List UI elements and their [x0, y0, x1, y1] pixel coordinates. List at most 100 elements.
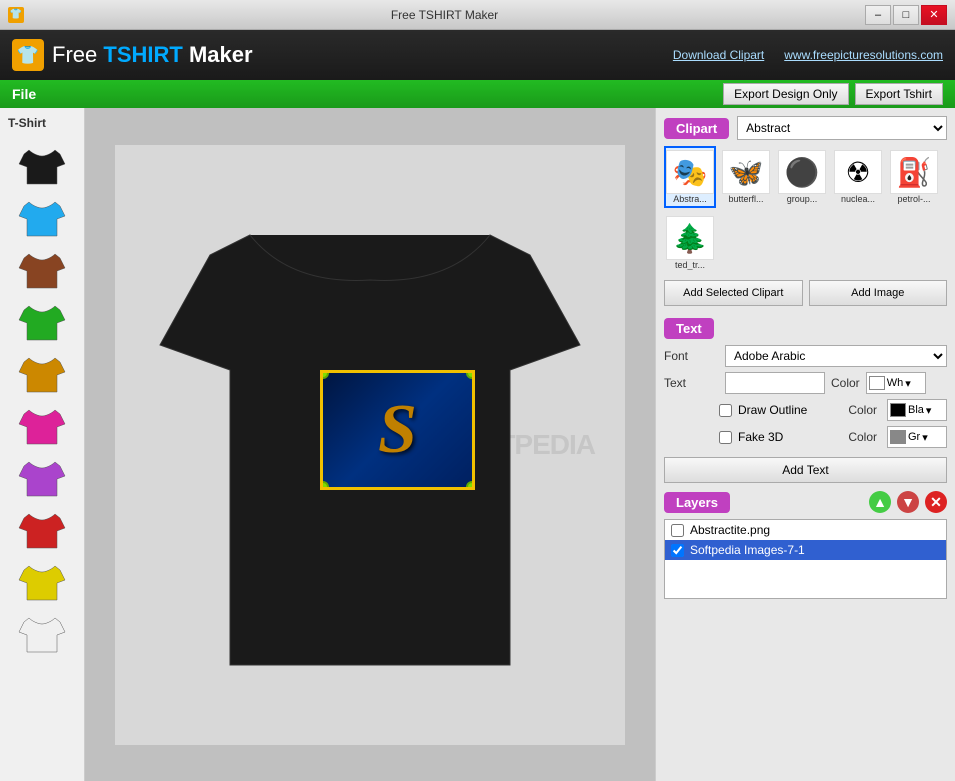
clipart-image: ⚫ [778, 150, 826, 194]
text-color-dropdown[interactable]: Wh ▾ [866, 372, 926, 394]
close-button[interactable]: ✕ [921, 5, 947, 25]
fake3d-color-value: Gr [908, 431, 920, 443]
canvas-area: SOFTPEDIA S [85, 108, 655, 781]
clipart-label: butterfl... [720, 194, 772, 204]
text-input[interactable] [725, 372, 825, 394]
chevron-down-icon2: ▾ [926, 404, 932, 417]
tshirt-color-svg [17, 298, 67, 342]
layers-header: Layers ▲ ▼ ✕ [664, 491, 947, 513]
menu-buttons: Export Design Only Export Tshirt [723, 83, 943, 105]
fake3d-color-dropdown[interactable]: Gr ▾ [887, 426, 947, 448]
text-header: Text [664, 318, 947, 339]
text-section: Text Font Adobe Arabic Arial Times New R… [664, 318, 947, 483]
layer-item[interactable]: Abstractite.png [665, 520, 946, 540]
text-color-value: Wh [887, 377, 904, 389]
tshirt-color-item[interactable] [12, 346, 72, 398]
tshirt-color-svg [17, 402, 67, 446]
tshirt-color-item[interactable] [12, 242, 72, 294]
tshirt-color-item[interactable] [12, 190, 72, 242]
title-bar: 👕 Free TSHIRT Maker – □ ✕ [0, 0, 955, 30]
layer-up-button[interactable]: ▲ [869, 491, 891, 513]
clipart-label: group... [776, 194, 828, 204]
fake3d-label: Fake 3D [738, 430, 783, 444]
download-clipart-link[interactable]: Download Clipart [673, 48, 764, 62]
clipart-header: Clipart Abstract Animals Food Nature Spo… [664, 116, 947, 140]
clipart-item[interactable]: ⚫group... [776, 146, 828, 208]
layers-section: Layers ▲ ▼ ✕ Abstractite.pngSoftpedia Im… [664, 491, 947, 599]
canvas-background: SOFTPEDIA S [115, 145, 625, 745]
tshirt-color-svg [17, 610, 67, 654]
clipart-item[interactable]: 🎭Abstra... [664, 146, 716, 208]
handle-bottom-right[interactable] [466, 481, 475, 490]
app-logo: 👕 Free TSHIRT Maker [12, 39, 253, 71]
handle-top-right[interactable] [466, 370, 475, 379]
website-link[interactable]: www.freepicturesolutions.com [784, 48, 943, 62]
layer-delete-button[interactable]: ✕ [925, 491, 947, 513]
text-input-label: Text [664, 376, 719, 390]
title-icon: 👕 [8, 7, 24, 23]
clipart-image: 🦋 [722, 150, 770, 194]
clipart-title-badge: Clipart [664, 118, 729, 139]
clipart-item[interactable]: 🦋butterfl... [720, 146, 772, 208]
title-maker: Maker [189, 42, 253, 67]
tshirt-canvas: S [150, 175, 590, 715]
tshirt-sidebar: T-Shirt [0, 108, 85, 781]
add-text-button[interactable]: Add Text [664, 457, 947, 483]
text-row: Text Color Wh ▾ [664, 372, 947, 394]
tshirt-color-svg [17, 142, 67, 186]
right-panel: Clipart Abstract Animals Food Nature Spo… [655, 108, 955, 781]
add-clipart-button[interactable]: Add Selected Clipart [664, 280, 803, 306]
font-dropdown[interactable]: Adobe Arabic Arial Times New Roman Verda… [725, 345, 947, 367]
tshirt-color-item[interactable] [12, 398, 72, 450]
fake3d-checkbox[interactable] [719, 431, 732, 444]
clipart-actions: Add Selected Clipart Add Image [664, 280, 947, 306]
add-image-button[interactable]: Add Image [809, 280, 948, 306]
export-design-button[interactable]: Export Design Only [723, 83, 848, 105]
tshirt-color-item[interactable] [12, 606, 72, 658]
minimize-button[interactable]: – [865, 5, 891, 25]
chevron-down-icon3: ▾ [922, 431, 928, 444]
clipart-item[interactable]: 🌲ted_tr... [664, 212, 716, 274]
logo-icon: 👕 [12, 39, 44, 71]
export-tshirt-button[interactable]: Export Tshirt [855, 83, 943, 105]
window-title: Free TSHIRT Maker [24, 8, 865, 22]
tshirt-color-item[interactable] [12, 502, 72, 554]
font-row: Font Adobe Arabic Arial Times New Roman … [664, 345, 947, 367]
app-title: Free TSHIRT Maker [52, 42, 253, 68]
fake3d-row: Fake 3D Color Gr ▾ [719, 426, 947, 448]
maximize-button[interactable]: □ [893, 5, 919, 25]
clipart-label: ted_tr... [664, 260, 716, 270]
outline-color-swatch [890, 403, 906, 417]
tshirt-color-item[interactable] [12, 138, 72, 190]
app-header: 👕 Free TSHIRT Maker Download Clipart www… [0, 30, 955, 80]
app-icon: 👕 [8, 7, 24, 23]
layer-checkbox[interactable] [671, 544, 684, 557]
clipart-image: 🌲 [666, 216, 714, 260]
tshirt-color-list [12, 138, 72, 658]
design-overlay[interactable]: S [320, 370, 475, 490]
layers-list: Abstractite.pngSoftpedia Images-7-1 [664, 519, 947, 599]
tshirt-color-item[interactable] [12, 294, 72, 346]
tshirt-color-item[interactable] [12, 450, 72, 502]
fake3d-color-swatch [890, 430, 906, 444]
outline-color-dropdown[interactable]: Bla ▾ [887, 399, 947, 421]
layer-down-button[interactable]: ▼ [897, 491, 919, 513]
file-menu[interactable]: File [12, 86, 36, 102]
handle-top-left[interactable] [320, 370, 329, 379]
clipart-dropdown[interactable]: Abstract Animals Food Nature Sports Tech… [737, 116, 947, 140]
layers-title-badge: Layers [664, 492, 730, 513]
font-label: Font [664, 349, 719, 363]
tshirt-color-svg [17, 350, 67, 394]
handle-bottom-left[interactable] [320, 481, 329, 490]
tshirt-color-item[interactable] [12, 554, 72, 606]
main-content: T-Shirt SOFTPEDIA S [0, 108, 955, 781]
clipart-label: Abstra... [664, 194, 716, 204]
design-letter: S [378, 395, 417, 465]
clipart-item[interactable]: ⛽petrol-... [888, 146, 940, 208]
draw-outline-checkbox[interactable] [719, 404, 732, 417]
clipart-image: ⛽ [890, 150, 938, 194]
layer-checkbox[interactable] [671, 524, 684, 537]
layer-item[interactable]: Softpedia Images-7-1 [665, 540, 946, 560]
clipart-item[interactable]: ☢nuclea... [832, 146, 884, 208]
chevron-down-icon: ▾ [905, 377, 911, 390]
